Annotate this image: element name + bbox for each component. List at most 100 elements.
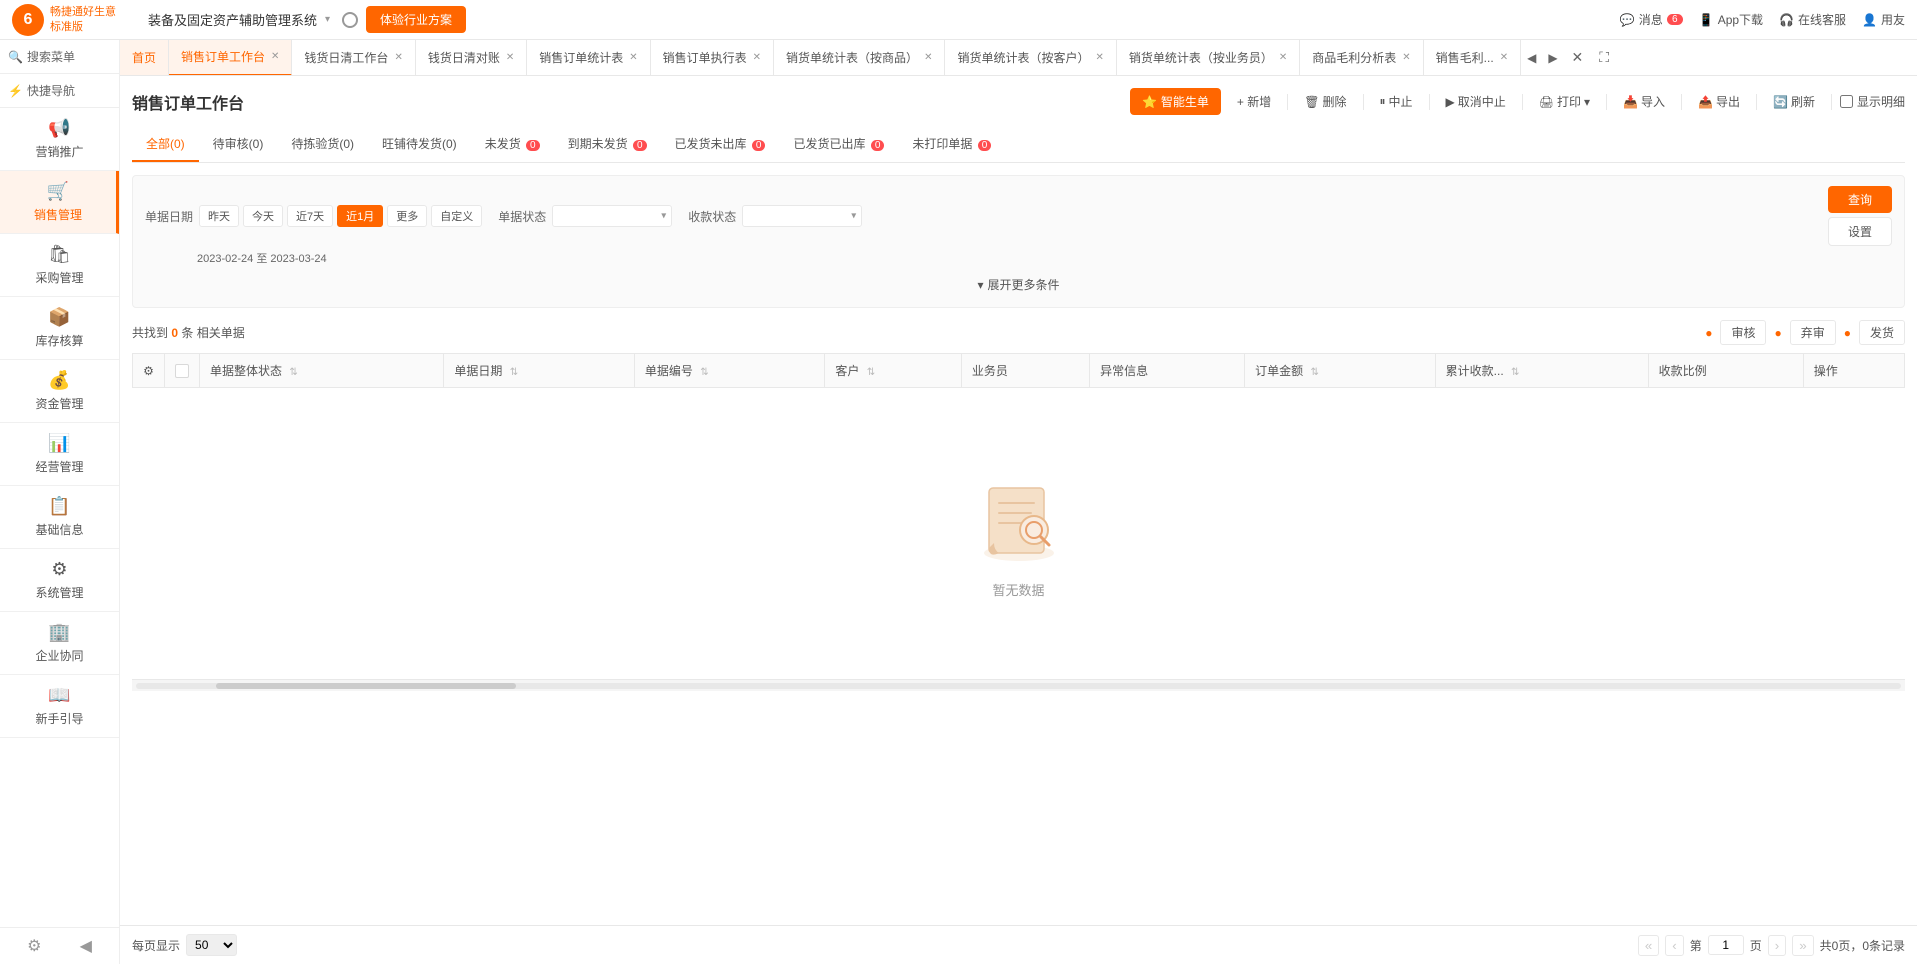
filter-tab-overdue-ship[interactable]: 到期未发货 0 <box>554 127 661 162</box>
tab-close-cash-daily[interactable]: ✕ <box>394 52 402 63</box>
sidebar-item-basic[interactable]: 📋 基础信息 <box>0 486 119 549</box>
sidebar-item-marketing[interactable]: 📢 营销推广 <box>0 108 119 171</box>
table-header-settings[interactable]: ⚙ <box>133 354 165 388</box>
filter-tab-pending-inspect[interactable]: 待拣验货(0) <box>277 127 368 162</box>
tab-close-sales-exec[interactable]: ✕ <box>753 52 761 63</box>
tab-nav-prev[interactable]: ◀ <box>1521 40 1542 76</box>
sidebar-item-purchase[interactable]: 🛍 采购管理 <box>0 234 119 297</box>
sidebar-search[interactable]: 🔍 搜索菜单 <box>0 40 119 74</box>
user-menu[interactable]: 👤 用友 <box>1862 11 1905 28</box>
table-header-customer[interactable]: 客户 ⇅ <box>825 354 962 388</box>
experience-button[interactable]: 体验行业方案 <box>366 6 466 33</box>
audit-button[interactable]: 审核 <box>1720 320 1766 345</box>
table-header-date[interactable]: 单据日期 ⇅ <box>444 354 634 388</box>
tab-close-all[interactable]: ✕ <box>1564 40 1592 76</box>
dropdown-chevron-icon[interactable]: ▾ <box>325 14 330 25</box>
table-header-received[interactable]: 累计收款... ⇅ <box>1435 354 1648 388</box>
first-page-button[interactable]: « <box>1638 935 1659 956</box>
date-btn-custom[interactable]: 自定义 <box>431 205 482 227</box>
filter-tab-shipped-not-out[interactable]: 已发货未出库 0 <box>661 127 780 162</box>
suspend-button[interactable]: ⏸ 中止 <box>1372 89 1421 114</box>
app-download-link[interactable]: 📱 App下载 <box>1699 11 1763 28</box>
expand-conditions-button[interactable]: ▾ 展开更多条件 <box>969 272 1067 297</box>
ship-button[interactable]: 发货 <box>1859 320 1905 345</box>
filter-tab-not-shipped[interactable]: 未发货 0 <box>471 127 554 162</box>
delete-button[interactable]: 🗑 删除 <box>1296 89 1354 114</box>
tab-close-sales-stats[interactable]: ✕ <box>629 52 637 63</box>
table-header-status[interactable]: 单据整体状态 ⇅ <box>200 354 444 388</box>
page-number-input[interactable] <box>1708 935 1744 955</box>
tab-close-gross-profit[interactable]: ✕ <box>1402 52 1410 63</box>
table-header-number[interactable]: 单据编号 ⇅ <box>634 354 824 388</box>
cancel-suspend-button[interactable]: ▶ 取消中止 <box>1438 89 1514 114</box>
print-button[interactable]: 🖨 打印 ▾ <box>1531 89 1598 114</box>
filter-tab-shipped-out[interactable]: 已发货已出库 0 <box>779 127 898 162</box>
tab-nav-next[interactable]: ▶ <box>1542 40 1563 76</box>
collapse-icon[interactable]: ◀ <box>80 936 92 956</box>
message-center[interactable]: 💬 消息 6 <box>1620 11 1683 28</box>
smart-create-button[interactable]: ⭐ 智能生单 <box>1130 88 1221 115</box>
tab-cash-reconcile[interactable]: 钱货日清对账 ✕ <box>416 40 527 76</box>
settings-icon[interactable] <box>342 12 358 28</box>
tab-sales-by-staff[interactable]: 销货单统计表（按业务员） ✕ <box>1117 40 1300 76</box>
tab-maximize[interactable]: ⛶ <box>1591 40 1617 76</box>
sidebar-item-enterprise[interactable]: 🏢 企业协同 <box>0 612 119 675</box>
table-header-amount[interactable]: 订单金额 ⇅ <box>1245 354 1435 388</box>
date-btn-today[interactable]: 今天 <box>243 205 283 227</box>
filter-tab-pending-audit[interactable]: 待审核(0) <box>199 127 278 162</box>
online-service-link[interactable]: 🎧 在线客服 <box>1779 11 1846 28</box>
sidebar-item-finance[interactable]: 💰 资金管理 <box>0 360 119 423</box>
table-header-checkbox[interactable] <box>165 354 200 388</box>
sidebar-item-sales[interactable]: 🛒 销售管理 <box>0 171 119 234</box>
date-btn-1month[interactable]: 近1月 <box>337 205 383 227</box>
tab-cash-daily[interactable]: 钱货日清工作台 ✕ <box>292 40 415 76</box>
tab-gross-profit[interactable]: 商品毛利分析表 ✕ <box>1300 40 1423 76</box>
import-button[interactable]: 📥 导入 <box>1615 89 1673 114</box>
next-page-button[interactable]: › <box>1768 935 1786 956</box>
tab-close-sales-workbench[interactable]: ✕ <box>271 51 279 62</box>
tab-sales-stats[interactable]: 销售订单统计表 ✕ <box>527 40 650 76</box>
horizontal-scrollbar[interactable] <box>132 679 1905 691</box>
table-header-operation[interactable]: 操作 <box>1803 354 1904 388</box>
date-btn-7days[interactable]: 近7天 <box>287 205 333 227</box>
table-header-salesperson[interactable]: 业务员 <box>961 354 1089 388</box>
table-header-abnormal[interactable]: 异常信息 <box>1090 354 1245 388</box>
scrollbar-thumb[interactable] <box>216 683 516 689</box>
filter-tab-wangpu-ship[interactable]: 旺铺待发货(0) <box>368 127 471 162</box>
tab-sales-exec[interactable]: 销售订单执行表 ✕ <box>651 40 774 76</box>
filter-tab-not-printed[interactable]: 未打印单据 0 <box>898 127 1005 162</box>
tab-close-sales-by-customer[interactable]: ✕ <box>1095 52 1103 63</box>
sidebar-item-inventory[interactable]: 📦 库存核算 <box>0 297 119 360</box>
tab-home[interactable]: 首页 <box>120 40 169 76</box>
tab-sales-gross[interactable]: 销售毛利... ✕ <box>1424 40 1521 76</box>
export-button[interactable]: 📤 导出 <box>1690 89 1748 114</box>
tab-close-sales-by-staff[interactable]: ✕ <box>1279 52 1287 63</box>
tab-close-sales-gross[interactable]: ✕ <box>1500 52 1508 63</box>
tab-sales-workbench[interactable]: 销售订单工作台 ✕ <box>169 40 292 76</box>
refresh-button[interactable]: 🔄 刷新 <box>1765 89 1823 114</box>
add-button[interactable]: + 新增 <box>1229 89 1279 114</box>
sidebar-quick-nav[interactable]: ⚡ 快捷导航 <box>0 74 119 108</box>
date-btn-more[interactable]: 更多 <box>387 205 427 227</box>
prev-page-button[interactable]: ‹ <box>1665 935 1683 956</box>
filter-tab-all[interactable]: 全部(0) <box>132 127 199 162</box>
status-select[interactable] <box>552 205 672 227</box>
scrollbar-track[interactable] <box>136 683 1901 689</box>
last-page-button[interactable]: » <box>1792 935 1813 956</box>
show-detail-checkbox[interactable] <box>1840 95 1853 108</box>
table-header-ratio[interactable]: 收款比例 <box>1648 354 1803 388</box>
select-all-checkbox[interactable] <box>175 364 189 378</box>
sidebar-item-guide[interactable]: 📖 新手引导 <box>0 675 119 738</box>
date-btn-yesterday[interactable]: 昨天 <box>199 205 239 227</box>
tab-close-sales-by-product[interactable]: ✕ <box>924 52 932 63</box>
settings-gear-icon[interactable]: ⚙ <box>27 936 41 956</box>
cancel-audit-button[interactable]: 弃审 <box>1790 320 1836 345</box>
sidebar-item-system[interactable]: ⚙ 系统管理 <box>0 549 119 612</box>
tab-close-cash-reconcile[interactable]: ✕ <box>506 52 514 63</box>
sidebar-item-operations[interactable]: 📊 经营管理 <box>0 423 119 486</box>
tab-sales-by-customer[interactable]: 销货单统计表（按客户） ✕ <box>945 40 1116 76</box>
page-size-select[interactable]: 10 20 50 100 <box>186 934 237 956</box>
set-button[interactable]: 设置 <box>1828 217 1892 246</box>
payment-select[interactable] <box>742 205 862 227</box>
show-detail-checkbox-label[interactable]: 显示明细 <box>1840 93 1905 110</box>
